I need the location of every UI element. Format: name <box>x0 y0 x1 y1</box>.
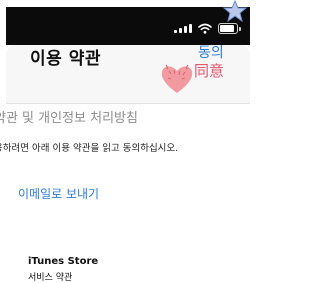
send-email-link[interactable]: 이메일로 보내기 <box>18 185 99 202</box>
wifi-icon <box>198 23 212 34</box>
instruction-text: 용하려면 아래 이용 약관을 읽고 동의하십시오. <box>0 143 179 154</box>
battery-icon <box>218 22 242 34</box>
star-icon <box>222 0 248 22</box>
agree-stamp: 同意 <box>194 62 225 80</box>
terms-subheading: 서비스 약관 <box>28 273 73 283</box>
agree-button[interactable]: 동의 <box>198 42 224 62</box>
status-icons <box>174 20 242 36</box>
page-title: 이용 약관 <box>30 49 101 69</box>
section-title: 약관 및 개인정보 처리방침 <box>0 111 138 126</box>
store-heading: iTunes Store <box>28 256 99 267</box>
status-bar <box>6 7 250 45</box>
heart-icon <box>161 64 193 93</box>
signal-icon <box>174 23 192 33</box>
